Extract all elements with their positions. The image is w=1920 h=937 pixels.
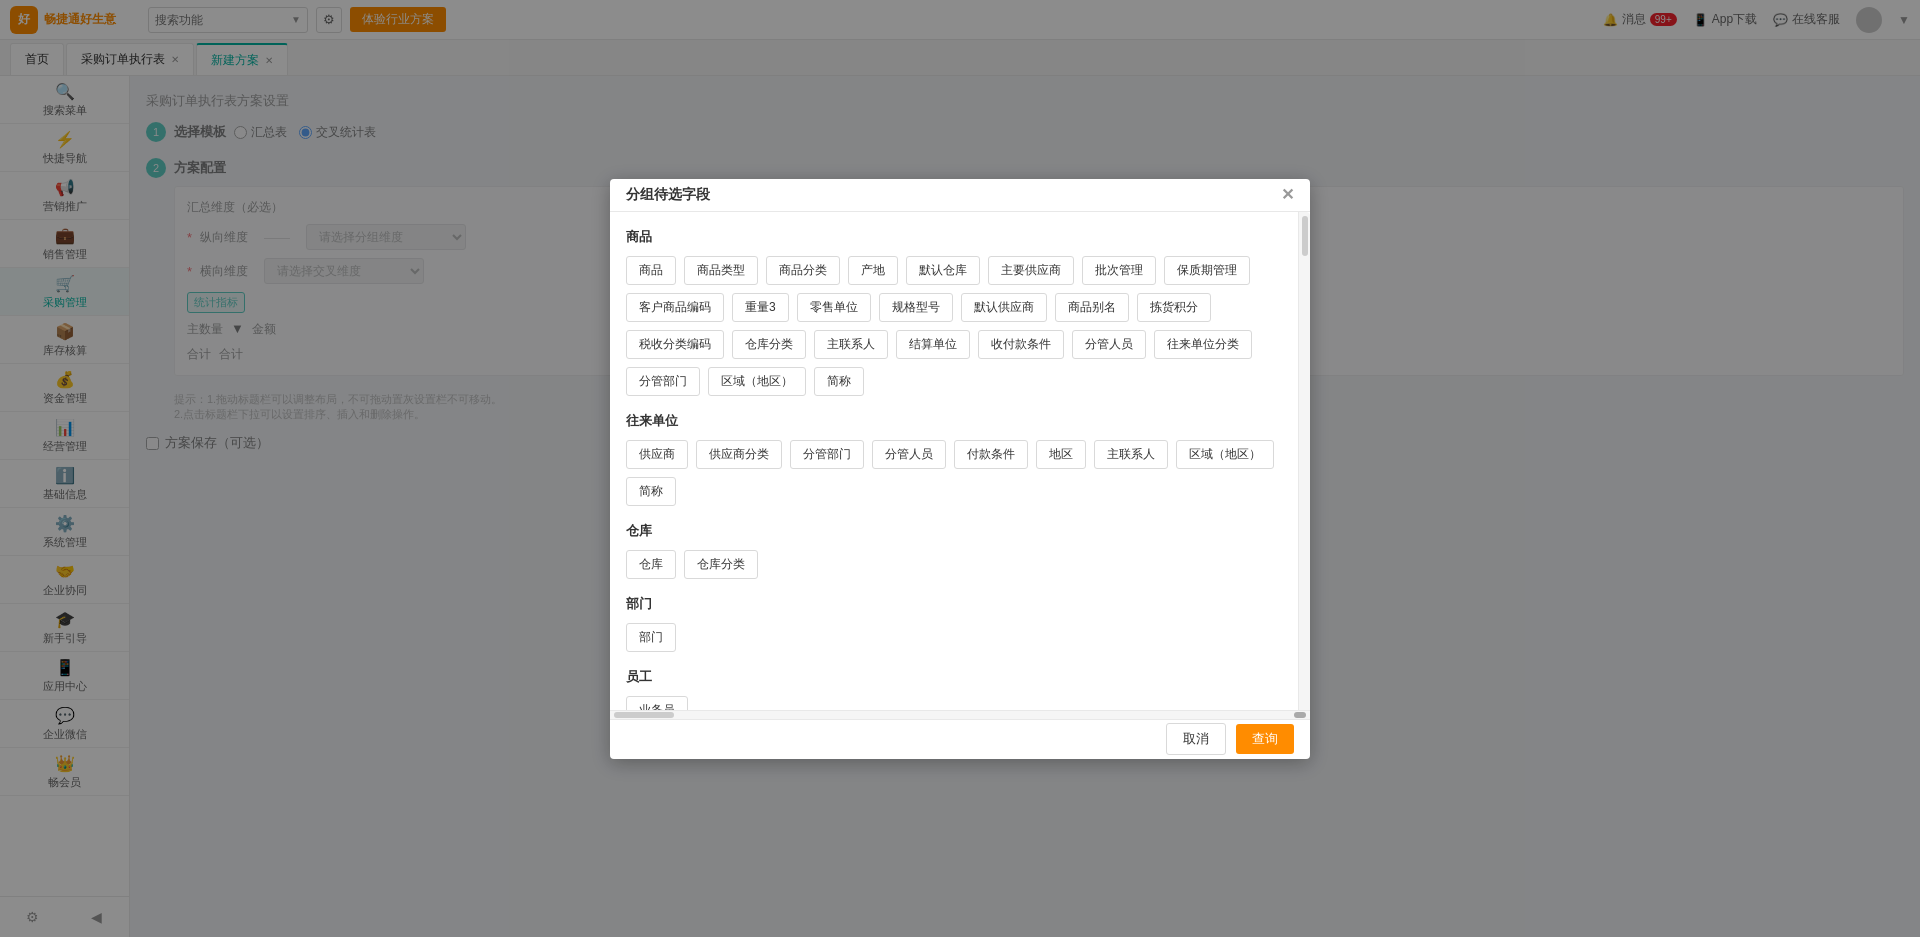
hscrollbar-thumb (614, 712, 674, 718)
modal-title: 分组待选字段 (626, 186, 710, 204)
field-tag[interactable]: 主联系人 (1094, 440, 1168, 469)
section-staff-tags: 业务员 (626, 696, 1282, 710)
field-tag[interactable]: 主要供应商 (988, 256, 1074, 285)
section-goods-tags: 商品 商品类型 商品分类 产地 默认仓库 主要供应商 批次管理 保质期管理 客户… (626, 256, 1282, 396)
field-tag[interactable]: 简称 (626, 477, 676, 506)
field-tag[interactable]: 商品类型 (684, 256, 758, 285)
field-tag[interactable]: 供应商分类 (696, 440, 782, 469)
modal-footer: 取消 查询 (610, 719, 1310, 758)
field-tag[interactable]: 零售单位 (797, 293, 871, 322)
modal-scrollbar[interactable] (1298, 212, 1310, 710)
section-dept-tags: 部门 (626, 623, 1282, 652)
modal-header: 分组待选字段 ✕ (610, 179, 1310, 212)
section-partner: 往来单位 供应商 供应商分类 分管部门 分管人员 付款条件 地区 主联系人 区域… (626, 412, 1282, 506)
field-tag[interactable]: 分管人员 (1072, 330, 1146, 359)
modal-overlay: 分组待选字段 ✕ 商品 商品 商品类型 商品分类 产地 默认仓库 主要供应商 批… (0, 0, 1920, 937)
field-tag[interactable]: 付款条件 (954, 440, 1028, 469)
field-tag[interactable]: 主联系人 (814, 330, 888, 359)
field-tag[interactable]: 结算单位 (896, 330, 970, 359)
field-tag[interactable]: 客户商品编码 (626, 293, 724, 322)
field-tag[interactable]: 拣货积分 (1137, 293, 1211, 322)
field-tag[interactable]: 区域（地区） (708, 367, 806, 396)
field-tag[interactable]: 仓库 (626, 550, 676, 579)
field-tag[interactable]: 商品分类 (766, 256, 840, 285)
field-tag[interactable]: 保质期管理 (1164, 256, 1250, 285)
field-tag[interactable]: 部门 (626, 623, 676, 652)
modal-close-btn[interactable]: ✕ (1281, 185, 1294, 204)
field-tag[interactable]: 地区 (1036, 440, 1086, 469)
field-tag[interactable]: 分管部门 (790, 440, 864, 469)
field-select-modal: 分组待选字段 ✕ 商品 商品 商品类型 商品分类 产地 默认仓库 主要供应商 批… (610, 179, 1310, 759)
field-tag[interactable]: 往来单位分类 (1154, 330, 1252, 359)
section-partner-title: 往来单位 (626, 412, 1282, 430)
field-tag[interactable]: 分管人员 (872, 440, 946, 469)
field-tag[interactable]: 仓库分类 (732, 330, 806, 359)
field-tag[interactable]: 重量3 (732, 293, 789, 322)
field-tag[interactable]: 仓库分类 (684, 550, 758, 579)
scrollbar-thumb (1302, 216, 1308, 256)
hscrollbar-arrow (1294, 712, 1306, 718)
section-dept: 部门 部门 (626, 595, 1282, 652)
field-tag[interactable]: 默认供应商 (961, 293, 1047, 322)
field-tag[interactable]: 默认仓库 (906, 256, 980, 285)
field-tag[interactable]: 业务员 (626, 696, 688, 710)
field-tag[interactable]: 收付款条件 (978, 330, 1064, 359)
section-staff: 员工 业务员 (626, 668, 1282, 710)
field-tag[interactable]: 批次管理 (1082, 256, 1156, 285)
section-warehouse: 仓库 仓库 仓库分类 (626, 522, 1282, 579)
section-staff-title: 员工 (626, 668, 1282, 686)
field-tag[interactable]: 税收分类编码 (626, 330, 724, 359)
field-tag[interactable]: 简称 (814, 367, 864, 396)
section-goods: 商品 商品 商品类型 商品分类 产地 默认仓库 主要供应商 批次管理 保质期管理… (626, 228, 1282, 396)
field-tag[interactable]: 供应商 (626, 440, 688, 469)
modal-body: 商品 商品 商品类型 商品分类 产地 默认仓库 主要供应商 批次管理 保质期管理… (610, 212, 1298, 710)
confirm-button[interactable]: 查询 (1236, 724, 1294, 754)
modal-hscrollbar[interactable] (610, 710, 1310, 719)
field-tag[interactable]: 区域（地区） (1176, 440, 1274, 469)
field-tag[interactable]: 商品别名 (1055, 293, 1129, 322)
section-partner-tags: 供应商 供应商分类 分管部门 分管人员 付款条件 地区 主联系人 区域（地区） … (626, 440, 1282, 506)
field-tag[interactable]: 分管部门 (626, 367, 700, 396)
section-dept-title: 部门 (626, 595, 1282, 613)
section-goods-title: 商品 (626, 228, 1282, 246)
field-tag[interactable]: 规格型号 (879, 293, 953, 322)
field-tag[interactable]: 商品 (626, 256, 676, 285)
section-warehouse-title: 仓库 (626, 522, 1282, 540)
field-tag[interactable]: 产地 (848, 256, 898, 285)
section-warehouse-tags: 仓库 仓库分类 (626, 550, 1282, 579)
cancel-button[interactable]: 取消 (1166, 723, 1226, 755)
